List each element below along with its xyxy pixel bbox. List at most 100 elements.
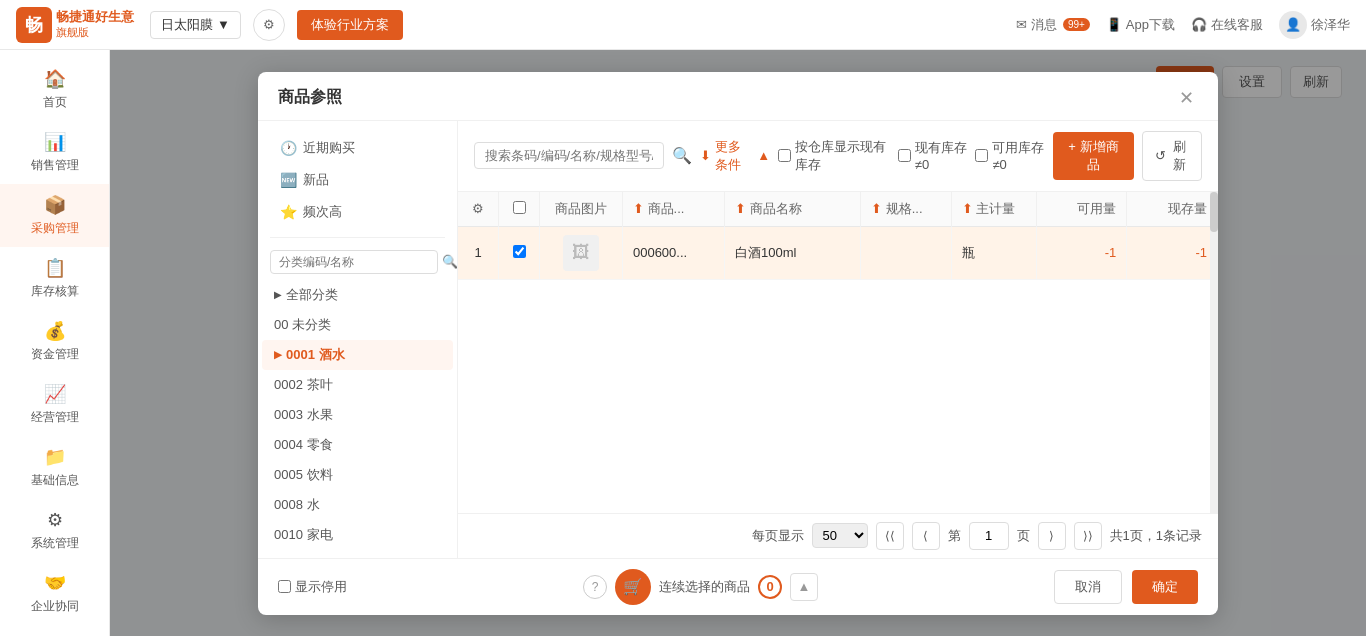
next-page-button[interactable]: ⟩ [1038,522,1066,550]
col-name-header[interactable]: ⬆ 商品名称 [725,192,861,227]
sidebar-item-system[interactable]: ⚙ 系统管理 [0,499,109,562]
arrow-icon-liquor: ▶ [274,349,282,360]
help-icon[interactable]: ? [583,575,607,599]
col-settings-header[interactable]: ⚙ [458,192,499,227]
avatar: 👤 [1279,11,1307,39]
category-search-input[interactable] [270,250,438,274]
sidebar-item-guide[interactable]: 🎯 新手引导 [0,625,109,636]
sidebar-item-operations[interactable]: 📈 经营管理 [0,373,109,436]
row-img-cell: 🖼 [540,226,623,279]
inventory-icon: 📋 [44,257,66,279]
scrollbar-thumb[interactable] [1210,192,1218,232]
tab-recent-purchase[interactable]: 🕐 近期购买 [270,133,445,163]
total-info: 共1页，1条记录 [1110,527,1202,545]
chevron-up-icon: ▲ [757,148,770,163]
settings-icon[interactable]: ⚙ [253,9,285,41]
collapse-icon[interactable]: ▲ [790,573,818,601]
sales-icon: 📊 [44,131,66,153]
sort-icon-code: ⬆ [633,201,644,216]
prev-page-button[interactable]: ⟨ [912,522,940,550]
sidebar-item-purchase[interactable]: 📦 采购管理 [0,184,109,247]
product-search-input[interactable] [474,142,664,169]
phone-icon: 📱 [1106,17,1122,32]
category-water[interactable]: 0008 水 [262,490,453,520]
filter-icon: ⬇ [700,148,711,163]
finance-icon: 💰 [44,320,66,342]
row-name-cell: 白酒100ml [725,226,861,279]
dialog-footer: 显示停用 ? 🛒 连续选择的商品 0 ▲ 取消 确定 [258,558,1218,615]
dialog-title: 商品参照 [278,87,342,108]
trial-button[interactable]: 体验行业方案 [297,10,403,40]
logo-text: 畅捷通好生意 [56,9,134,25]
user-menu[interactable]: 👤 徐泽华 [1279,11,1350,39]
cart-icon[interactable]: 🛒 [615,569,651,605]
col-unit-header[interactable]: ⬆ 主计量 [951,192,1036,227]
nav-right: ✉ 消息 99+ 📱 App下载 🎧 在线客服 👤 徐泽华 [1016,11,1350,39]
close-icon[interactable]: ✕ [1174,86,1198,110]
row-avail-cell: -1 [1036,226,1127,279]
scrollbar-track[interactable] [1210,192,1218,513]
message-icon: ✉ [1016,17,1027,32]
tab-frequent[interactable]: ⭐ 频次高 [270,197,445,227]
left-quick-tabs: 🕐 近期购买 🆕 新品 ⭐ 频次高 [258,129,457,231]
first-page-button[interactable]: ⟨⟨ [876,522,904,550]
stock-ne0-checkbox[interactable]: 现有库存≠0 [898,139,968,172]
sidebar-item-inventory[interactable]: 📋 库存核算 [0,247,109,310]
sidebar-item-finance[interactable]: 💰 资金管理 [0,310,109,373]
messages-button[interactable]: ✉ 消息 99+ [1016,16,1090,34]
category-tea[interactable]: 0002 茶叶 [262,370,453,400]
sort-icon-name: ⬆ [735,201,746,216]
dialog-toolbar: 🔍 ⬇ 更多条件 ▲ 按仓库显示现有库存 [458,121,1218,192]
sidebar-item-sales[interactable]: 📊 销售管理 [0,121,109,184]
product-reference-dialog: 商品参照 ✕ 🕐 近期购买 🆕 [258,72,1218,615]
product-image: 🖼 [563,235,599,271]
dialog-body: 🕐 近期购买 🆕 新品 ⭐ 频次高 [258,121,1218,558]
purchase-icon: 📦 [44,194,66,216]
filter-button[interactable]: ⬇ 更多条件 ▲ [700,138,770,174]
customer-service-button[interactable]: 🎧 在线客服 [1191,16,1263,34]
sidebar-item-basic-info[interactable]: 📁 基础信息 [0,436,109,499]
cancel-button[interactable]: 取消 [1054,570,1122,604]
table-row[interactable]: 1 🖼 000600... [458,226,1218,279]
sort-icon-spec: ⬆ [871,201,882,216]
category-unclassified[interactable]: 00 未分类 [262,310,453,340]
category-liquor[interactable]: ▶ 0001 酒水 [262,340,453,370]
star-icon: ⭐ [280,204,297,220]
category-appliances[interactable]: 0010 家电 [262,520,453,550]
avail-ne0-checkbox[interactable]: 可用库存≠0 [975,139,1045,172]
nav-dropdown[interactable]: 日太阳膜 ▼ [150,11,241,39]
col-check-header[interactable] [499,192,540,227]
search-btn-icon[interactable]: 🔍 [672,146,692,165]
warehouse-display-checkbox[interactable]: 按仓库显示现有库存 [778,138,890,174]
row-checkbox-cell[interactable] [499,226,540,279]
col-spec-header[interactable]: ⬆ 规格... [861,192,952,227]
top-nav: 畅 畅捷通好生意 旗舰版 日太阳膜 ▼ ⚙ 体验行业方案 ✉ 消息 99+ 📱 … [0,0,1366,50]
show-disabled-checkbox[interactable]: 显示停用 [278,578,347,596]
search-icon[interactable]: 🔍 [442,254,458,269]
sidebar-item-home[interactable]: 🏠 首页 [0,58,109,121]
clock-icon: 🕐 [280,140,297,156]
category-all[interactable]: ▶ 全部分类 [262,280,453,310]
refresh-button[interactable]: ↺ 刷新 [1142,131,1202,181]
col-img-header: 商品图片 [540,192,623,227]
logo-icon: 畅 [16,7,52,43]
product-table: ⚙ 商品图片 ⬆ 商品... ⬆ 商品名称 [458,192,1218,280]
sidebar-item-collab[interactable]: 🤝 企业协同 [0,562,109,625]
footer-center: ? 🛒 连续选择的商品 0 ▲ [583,569,818,605]
category-fruits[interactable]: 0003 水果 [262,400,453,430]
add-product-button[interactable]: + 新增商品 [1053,132,1134,180]
logo-sub: 旗舰版 [56,25,134,40]
last-page-button[interactable]: ⟩⟩ [1074,522,1102,550]
page-number-input[interactable] [969,522,1009,550]
category-snacks[interactable]: 0004 零食 [262,430,453,460]
tab-new-products[interactable]: 🆕 新品 [270,165,445,195]
home-icon: 🏠 [44,68,66,90]
dialog-header: 商品参照 ✕ [258,72,1218,121]
confirm-button[interactable]: 确定 [1132,570,1198,604]
page-size-select[interactable]: 10 20 50 100 [812,523,868,548]
app-download-button[interactable]: 📱 App下载 [1106,16,1175,34]
col-code-header[interactable]: ⬆ 商品... [622,192,724,227]
row-code-cell: 000600... [622,226,724,279]
category-drinks[interactable]: 0005 饮料 [262,460,453,490]
selected-goods-label: 连续选择的商品 [659,578,750,596]
